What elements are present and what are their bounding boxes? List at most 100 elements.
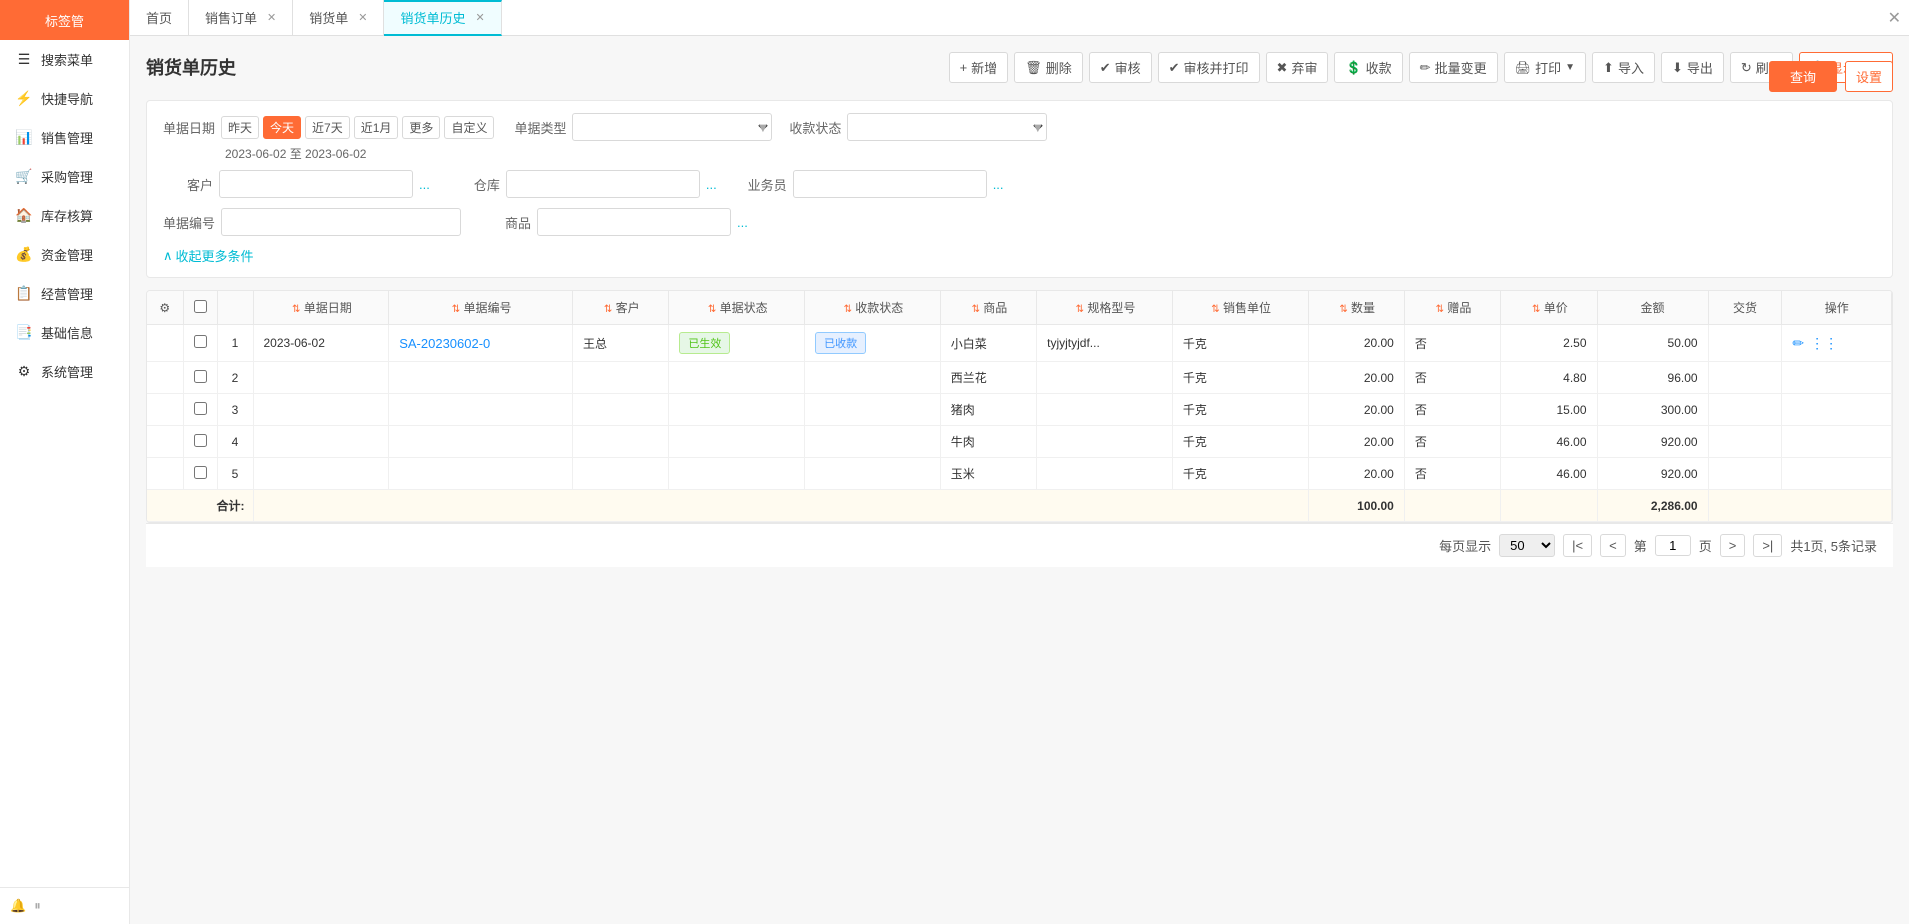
- import-button[interactable]: ⬆导入: [1592, 52, 1655, 83]
- date-btn-custom[interactable]: 自定义: [444, 116, 494, 139]
- first-page-btn[interactable]: |<: [1563, 534, 1592, 557]
- sidebar-item-search-menu[interactable]: ☰ 搜索菜单: [0, 40, 129, 79]
- filter-collect-status-select[interactable]: [847, 113, 1047, 141]
- export-button[interactable]: ⬇导出: [1661, 52, 1724, 83]
- page-number-input[interactable]: [1655, 535, 1691, 556]
- query-button[interactable]: 查询: [1769, 61, 1837, 92]
- tab-sales-history[interactable]: 销货单历史 ✕: [384, 0, 501, 36]
- col-collect-status[interactable]: ⇅ 收款状态: [805, 291, 941, 325]
- batch-change-icon: ✏: [1420, 60, 1431, 76]
- edit-icon[interactable]: ✏: [1792, 335, 1804, 352]
- row-amount: 920.00: [1597, 458, 1708, 490]
- col-spec[interactable]: ⇅ 规格型号: [1037, 291, 1173, 325]
- tab-sales-order[interactable]: 销售订单 ✕: [189, 0, 293, 36]
- row-checkbox[interactable]: [183, 426, 217, 458]
- print-dropdown-icon: ▼: [1565, 62, 1575, 73]
- date-btn-yesterday[interactable]: 昨天: [221, 116, 259, 139]
- row-doc-status: [669, 426, 805, 458]
- filter-goods-input[interactable]: [537, 208, 731, 236]
- audit-button[interactable]: ✔审核: [1089, 52, 1152, 83]
- settings-button[interactable]: 设置: [1845, 61, 1893, 92]
- date-btn-today[interactable]: 今天: [263, 116, 301, 139]
- filter-salesperson-label: 业务员: [737, 175, 787, 194]
- filter-salesperson-input[interactable]: [793, 170, 987, 198]
- content-area: 销货单历史 +新增 🗑删除 ✔审核 ✔审核并打印 ✖弃审 💲收款 ✏批量变更 🖨…: [130, 36, 1909, 924]
- date-btn-1month[interactable]: 近1月: [354, 116, 399, 139]
- tab-sales-delivery-close[interactable]: ✕: [358, 11, 367, 24]
- row-no: 5: [217, 458, 253, 490]
- tab-home[interactable]: 首页: [130, 0, 189, 36]
- col-settings[interactable]: ⚙: [147, 291, 183, 325]
- doc-no-link[interactable]: SA-20230602-0: [399, 336, 490, 351]
- sidebar-item-purchase-mgmt[interactable]: 🛒 采购管理: [0, 157, 129, 196]
- batch-change-button[interactable]: ✏批量变更: [1409, 52, 1498, 83]
- row-checkbox[interactable]: [183, 458, 217, 490]
- filter-customer-input[interactable]: [219, 170, 413, 198]
- date-btn-7days[interactable]: 近7天: [305, 116, 350, 139]
- sidebar-item-finance-mgmt[interactable]: 💰 资金管理: [0, 235, 129, 274]
- col-date[interactable]: ⇅ 单据日期: [253, 291, 389, 325]
- last-page-btn[interactable]: >|: [1753, 534, 1782, 557]
- filter-customer: 客户 ...: [163, 170, 430, 198]
- filter-goods-ellipsis[interactable]: ...: [737, 215, 748, 230]
- filter-salesperson-ellipsis[interactable]: ...: [993, 177, 1004, 192]
- tab-bar-close[interactable]: ✕: [1888, 8, 1909, 28]
- row-doc-status: [669, 362, 805, 394]
- collapse-filter-btn[interactable]: ∧ 收起更多条件: [163, 246, 1876, 265]
- add-button[interactable]: +新增: [949, 52, 1009, 83]
- table-row: 3 猪肉 千克 20.00 否 15.00 300.00: [147, 394, 1892, 426]
- filter-warehouse-ellipsis[interactable]: ...: [706, 177, 717, 192]
- row-checkbox[interactable]: [183, 325, 217, 362]
- filter-goods-label: 商品: [481, 213, 531, 232]
- next-page-btn[interactable]: >: [1720, 534, 1746, 557]
- collect-button[interactable]: 💲收款: [1334, 52, 1402, 83]
- sidebar-item-quick-nav[interactable]: ⚡ 快捷导航: [0, 79, 129, 118]
- row-doc-no[interactable]: SA-20230602-0: [389, 325, 573, 362]
- sidebar-item-sys-mgmt[interactable]: ⚙ 系统管理: [0, 352, 129, 391]
- row-checkbox[interactable]: [183, 394, 217, 426]
- print-button[interactable]: 🖨打印▼: [1504, 52, 1586, 83]
- filter-warehouse-input[interactable]: [506, 170, 700, 198]
- row-price: 4.80: [1501, 362, 1597, 394]
- col-goods[interactable]: ⇅ 商品: [940, 291, 1036, 325]
- sidebar-bottom-icon1[interactable]: 🔔: [10, 898, 26, 914]
- filter-doc-type-select[interactable]: [572, 113, 772, 141]
- col-gift[interactable]: ⇅ 赠品: [1404, 291, 1500, 325]
- col-unit[interactable]: ⇅ 销售单位: [1172, 291, 1308, 325]
- tab-sales-order-close[interactable]: ✕: [267, 11, 276, 24]
- row-gift: 否: [1404, 325, 1500, 362]
- row-settings: [147, 458, 183, 490]
- audit-print-button[interactable]: ✔审核并打印: [1158, 52, 1260, 83]
- col-doc-no[interactable]: ⇅ 单据编号: [389, 291, 573, 325]
- sidebar-item-sales-mgmt[interactable]: 📊 销售管理: [0, 118, 129, 157]
- filter-date-label: 单据日期: [163, 118, 215, 137]
- row-goods: 小白菜: [940, 325, 1036, 362]
- row-checkbox[interactable]: [183, 362, 217, 394]
- row-settings: [147, 394, 183, 426]
- col-customer[interactable]: ⇅ 客户: [573, 291, 669, 325]
- delete-button[interactable]: 🗑删除: [1014, 52, 1083, 83]
- sidebar-item-label: 资金管理: [41, 245, 93, 264]
- prev-page-btn[interactable]: <: [1600, 534, 1626, 557]
- row-action: [1782, 394, 1892, 426]
- sidebar-item-ops-mgmt[interactable]: 📋 经营管理: [0, 274, 129, 313]
- sidebar-item-basic-info[interactable]: 📑 基础信息: [0, 313, 129, 352]
- date-btn-more[interactable]: 更多: [402, 116, 440, 139]
- col-qty[interactable]: ⇅ 数量: [1308, 291, 1404, 325]
- tab-sales-history-close[interactable]: ✕: [476, 11, 485, 24]
- sidebar-bottom-icon2[interactable]: ⏸: [34, 898, 41, 914]
- select-all-checkbox[interactable]: [194, 300, 207, 313]
- filter-doc-no-input[interactable]: [221, 208, 461, 236]
- page-size-select[interactable]: 50 100 200: [1499, 534, 1555, 557]
- abandon-button[interactable]: ✖弃审: [1266, 52, 1329, 83]
- more-icon[interactable]: ⋮⋮: [1810, 335, 1838, 352]
- sidebar-item-inventory[interactable]: 🏠 库存核算: [0, 196, 129, 235]
- tab-sales-delivery[interactable]: 销货单 ✕: [293, 0, 384, 36]
- date-range-btns: 昨天 今天 近7天 近1月 更多 自定义: [221, 116, 494, 139]
- sort-gift-icon: ⇅: [1436, 304, 1444, 315]
- col-price[interactable]: ⇅ 单价: [1501, 291, 1597, 325]
- col-doc-status[interactable]: ⇅ 单据状态: [669, 291, 805, 325]
- row-doc-status: [669, 394, 805, 426]
- toolbar: +新增 🗑删除 ✔审核 ✔审核并打印 ✖弃审 💲收款 ✏批量变更 🖨打印▼ ⬆导…: [949, 52, 1893, 83]
- filter-customer-ellipsis[interactable]: ...: [419, 177, 430, 192]
